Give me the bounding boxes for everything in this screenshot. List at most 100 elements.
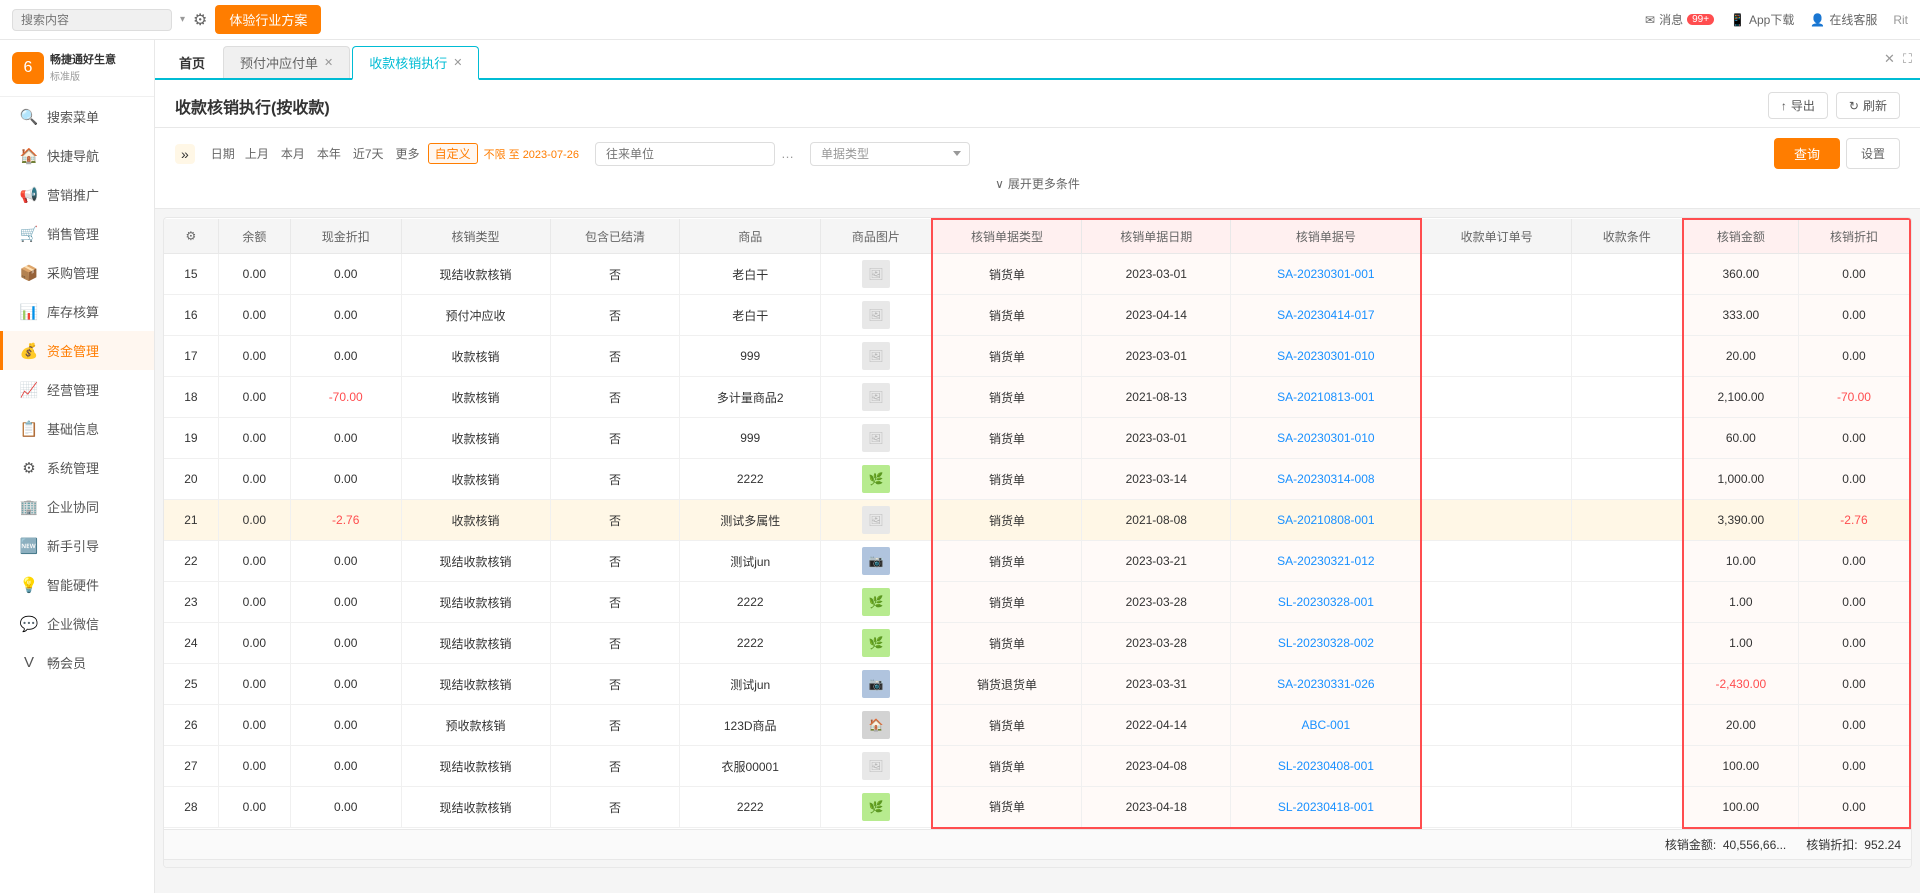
solution-button[interactable]: 体验行业方案 (215, 5, 321, 34)
user-info[interactable]: Rit (1893, 13, 1908, 27)
cell-goods: 2222 (680, 459, 821, 500)
cell-writeoff_amount: 20.00 (1683, 705, 1799, 746)
sidebar-item-corp[interactable]: 🏢企业协同 (0, 487, 154, 526)
sidebar-item-system[interactable]: ⚙系统管理 (0, 448, 154, 487)
cell-doc_no[interactable]: ABC-001 (1231, 705, 1422, 746)
settings-button[interactable]: 设置 (1846, 138, 1900, 169)
cell-doc_no[interactable]: SA-20230314-008 (1231, 459, 1422, 500)
doc-link[interactable]: SA-20230314-008 (1277, 472, 1374, 486)
cell-writeoff_amount: 60.00 (1683, 418, 1799, 459)
query-button[interactable]: 查询 (1774, 138, 1840, 169)
tab-writeoff[interactable]: 收款核销执行 ✕ (352, 46, 479, 80)
sidebar-item-member[interactable]: V畅会员 (0, 643, 154, 682)
cell-settings: 22 (164, 541, 218, 582)
top-bar: ▾ ⚙ 体验行业方案 ✉ 消息 99+ 📱 App下载 👤 在线客服 Rit (0, 0, 1920, 40)
sidebar-item-hardware[interactable]: 💡智能硬件 (0, 565, 154, 604)
cell-doc_no[interactable]: SA-20230301-010 (1231, 418, 1422, 459)
cell-cash_discount: 0.00 (290, 664, 401, 705)
sidebar-item-guide[interactable]: 🆕新手引导 (0, 526, 154, 565)
table-row: 180.00-70.00收款核销否多计量商品2🖼销货单2021-08-13SA-… (164, 377, 1910, 418)
cell-doc_no[interactable]: SA-20230414-017 (1231, 295, 1422, 336)
cell-doc_no[interactable]: SA-20210808-001 (1231, 500, 1422, 541)
gear-button[interactable]: ⚙ (193, 10, 207, 30)
cell-doc_no[interactable]: SA-20210813-001 (1231, 377, 1422, 418)
cell-writeoff_discount: 0.00 (1798, 295, 1910, 336)
cell-balance: 0.00 (218, 500, 290, 541)
doc-link[interactable]: SA-20210813-001 (1277, 390, 1374, 404)
tab-prepay[interactable]: 预付冲应付单 ✕ (223, 46, 350, 78)
cell-doc_no[interactable]: SA-20230301-001 (1231, 254, 1422, 295)
app-download-button[interactable]: 📱 App下载 (1730, 11, 1794, 28)
horizontal-scrollbar[interactable] (164, 859, 1911, 867)
table-row: 170.000.00收款核销否999🖼销货单2023-03-01SA-20230… (164, 336, 1910, 377)
doc-link[interactable]: SA-20210808-001 (1277, 513, 1374, 527)
cell-doc_no[interactable]: SA-20230321-012 (1231, 541, 1422, 582)
search-input[interactable] (12, 9, 172, 31)
window-close-icon[interactable]: ✕ (1884, 51, 1895, 67)
cell-receipt_cond (1571, 623, 1682, 664)
cell-doc_no[interactable]: SA-20230331-026 (1231, 664, 1422, 705)
sidebar-item-search[interactable]: 🔍搜索菜单 (0, 97, 154, 136)
sidebar-item-business[interactable]: 📈经营管理 (0, 370, 154, 409)
export-button[interactable]: ↑ 导出 (1768, 92, 1828, 119)
cell-doc_no[interactable]: SA-20230301-010 (1231, 336, 1422, 377)
cell-writeoff_discount: -70.00 (1798, 377, 1910, 418)
last7-link[interactable]: 近7天 (349, 143, 388, 164)
cell-balance: 0.00 (218, 664, 290, 705)
cell-doc_no[interactable]: SL-20230328-002 (1231, 623, 1422, 664)
doc-link[interactable]: ABC-001 (1302, 718, 1351, 732)
doc-link[interactable]: SL-20230418-001 (1278, 800, 1374, 814)
doc-link[interactable]: SL-20230408-001 (1278, 759, 1374, 773)
cell-writeoff_amount: 333.00 (1683, 295, 1799, 336)
tab-bar: 首页 预付冲应付单 ✕ 收款核销执行 ✕ ✕ ⛶ (155, 40, 1920, 80)
sidebar-label-business: 经营管理 (47, 380, 99, 399)
cell-doc_no[interactable]: SL-20230418-001 (1231, 787, 1422, 828)
last-month-link[interactable]: 上月 (241, 143, 273, 164)
cell-goods_img: 🖼 (820, 377, 931, 418)
cell-include_settled: 否 (550, 418, 680, 459)
sidebar-item-base[interactable]: 📋基础信息 (0, 409, 154, 448)
doc-link[interactable]: SA-20230321-012 (1277, 554, 1374, 568)
doc-link[interactable]: SA-20230301-010 (1277, 431, 1374, 445)
doc-link[interactable]: SL-20230328-002 (1278, 636, 1374, 650)
sidebar-item-wechat[interactable]: 💬企业微信 (0, 604, 154, 643)
table-row: 230.000.00现结收款核销否2222🌿销货单2023-03-28SL-20… (164, 582, 1910, 623)
message-button[interactable]: ✉ 消息 99+ (1645, 11, 1714, 28)
tab-close-prepay[interactable]: ✕ (324, 56, 333, 69)
doc-link[interactable]: SA-20230301-001 (1277, 267, 1374, 281)
sidebar-item-inventory[interactable]: 📊库存核算 (0, 292, 154, 331)
doc-type-select[interactable]: 单据类型 (810, 142, 970, 166)
cell-include_settled: 否 (550, 459, 680, 500)
expand-conditions[interactable]: ∨ 展开更多条件 (175, 169, 1900, 198)
cell-doc_no[interactable]: SL-20230328-001 (1231, 582, 1422, 623)
cell-receipt_cond (1571, 746, 1682, 787)
sidebar-item-quick-nav[interactable]: 🏠快捷导航 (0, 136, 154, 175)
sidebar-item-finance[interactable]: 💰资金管理 (0, 331, 154, 370)
window-expand-icon[interactable]: ⛶ (1903, 51, 1912, 67)
online-service-button[interactable]: 👤 在线客服 (1810, 11, 1877, 28)
doc-link[interactable]: SL-20230328-001 (1278, 595, 1374, 609)
tab-home[interactable]: 首页 (163, 47, 221, 78)
filter-expand-icon[interactable]: » (175, 144, 195, 164)
cell-doc_date: 2023-04-18 (1082, 787, 1231, 828)
sidebar-item-sales[interactable]: 🛒销售管理 (0, 214, 154, 253)
tab-close-writeoff[interactable]: ✕ (453, 56, 462, 69)
cell-doc_no[interactable]: SL-20230408-001 (1231, 746, 1422, 787)
cell-writeoff_amount: 100.00 (1683, 746, 1799, 787)
sidebar-item-marketing[interactable]: 📢营销推广 (0, 175, 154, 214)
doc-link[interactable]: SA-20230331-026 (1277, 677, 1374, 691)
col-header-receipt_cond: 收款条件 (1571, 219, 1682, 254)
sidebar-item-purchase[interactable]: 📦采购管理 (0, 253, 154, 292)
more-link[interactable]: 更多 (392, 143, 424, 164)
this-year-link[interactable]: 本年 (313, 143, 345, 164)
quick-nav-icon: 🏠 (19, 147, 39, 165)
doc-link[interactable]: SA-20230414-017 (1277, 308, 1374, 322)
custom-link[interactable]: 自定义 (428, 143, 478, 164)
from-unit-input[interactable] (595, 142, 775, 166)
cell-writeoff_discount: 0.00 (1798, 623, 1910, 664)
this-month-link[interactable]: 本月 (277, 143, 309, 164)
refresh-button[interactable]: ↻ 刷新 (1836, 92, 1900, 119)
doc-link[interactable]: SA-20230301-010 (1277, 349, 1374, 363)
cell-writeoff_amount: 100.00 (1683, 787, 1799, 828)
cell-writeoff_amount: -2,430.00 (1683, 664, 1799, 705)
